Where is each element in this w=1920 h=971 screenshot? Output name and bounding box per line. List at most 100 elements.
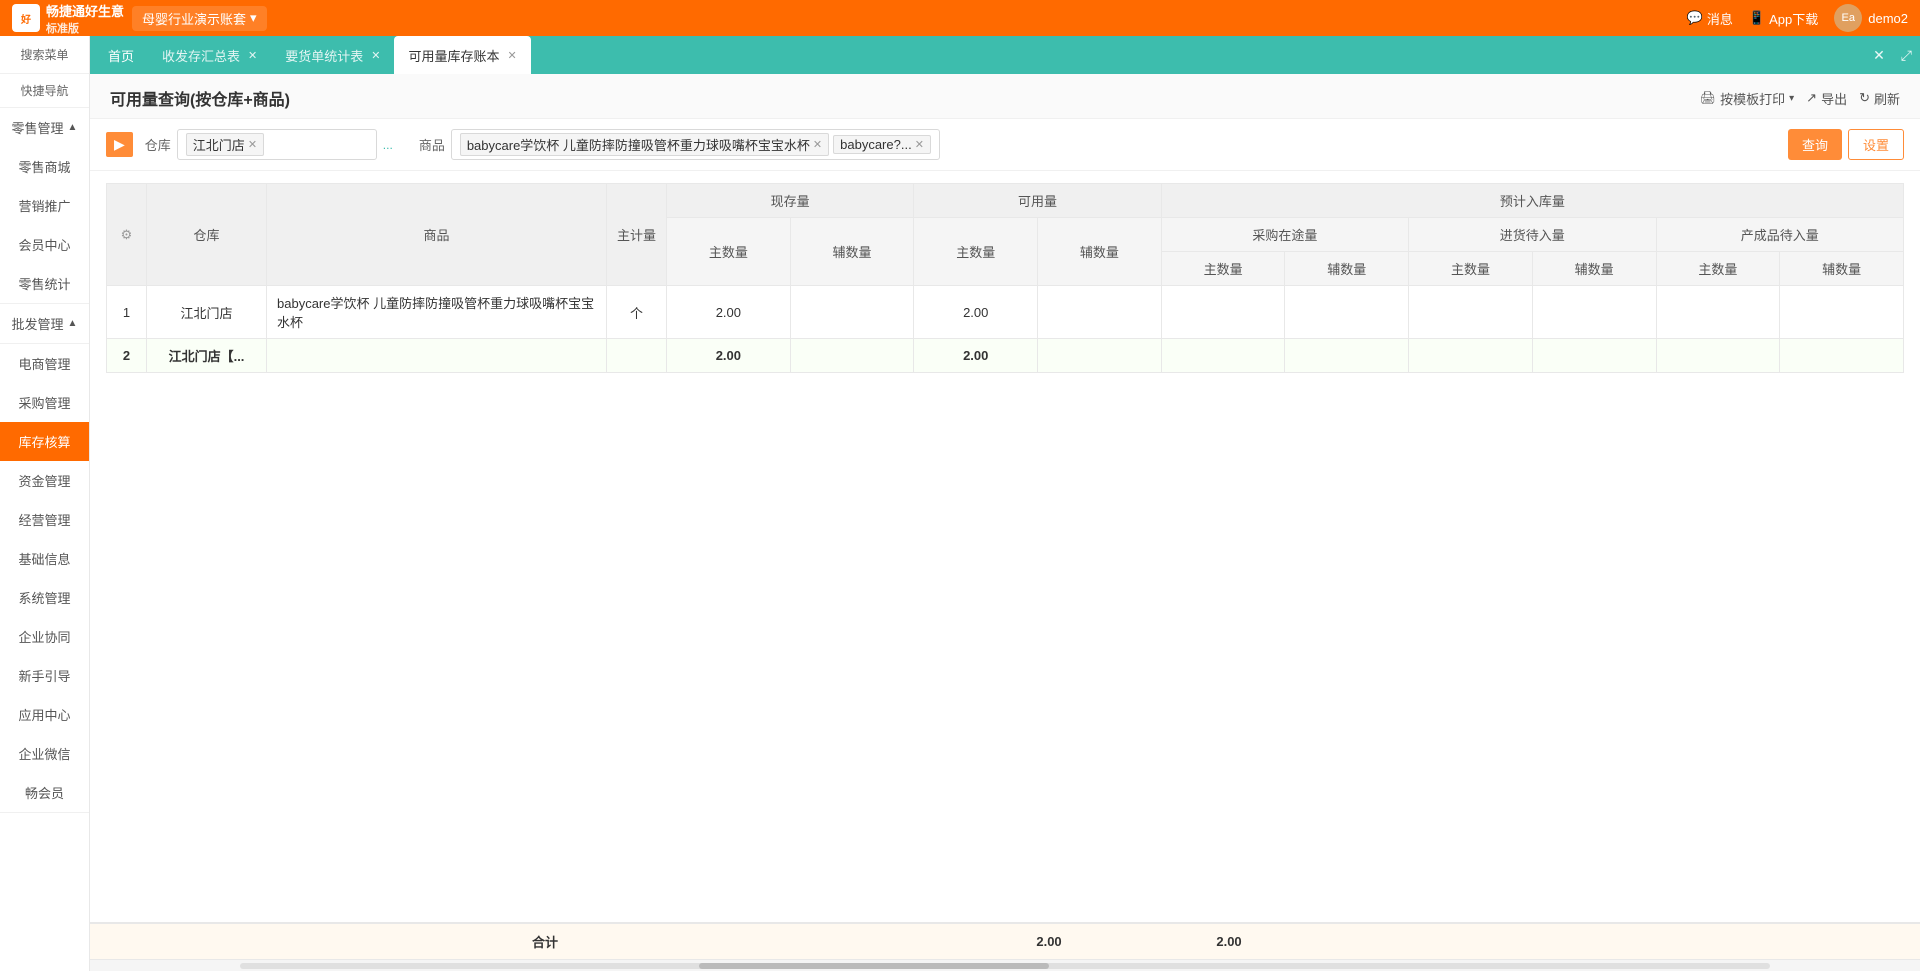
available-main-qty-header: 主数量 — [914, 218, 1038, 286]
product-tag-2: babycare?... ✕ — [833, 135, 931, 154]
horizontal-scrollbar[interactable] — [90, 959, 1920, 971]
row-purchase-transit-aux — [1285, 339, 1409, 373]
sidebar-item-wholesale-mgmt[interactable]: 批发管理 ▲ — [0, 304, 89, 343]
production-pending-header: 产成品待入量 — [1656, 218, 1904, 252]
page-header: 可用量查询(按仓库+商品) 🖨 按模板打印 ▾ ↗ 导出 ↻ 刷新 — [90, 74, 1920, 119]
sidebar-quick-nav[interactable]: 快捷导航 — [0, 74, 89, 108]
sidebar-label: 企业协同 — [18, 627, 70, 646]
sidebar-label: 经营管理 — [18, 510, 70, 529]
sidebar-item-marketing[interactable]: 营销推广 — [0, 186, 89, 225]
col-current-stock-header: 现存量 — [667, 184, 914, 218]
filter-more-btn[interactable]: ... — [383, 138, 393, 152]
avatar: Ea — [1834, 4, 1862, 32]
sidebar-item-app-center[interactable]: 应用中心 — [0, 695, 89, 734]
sidebar-item-purchase-mgmt[interactable]: 采购管理 — [0, 383, 89, 422]
sidebar-item-pro-member[interactable]: 畅会员 — [0, 773, 89, 812]
settings-gear-icon[interactable]: ⚙ — [121, 227, 133, 242]
row-product — [267, 339, 607, 373]
industry-selector[interactable]: 母婴行业演示账套 ▾ — [132, 6, 267, 31]
tab-available-ledger[interactable]: 可用量库存账本 ✕ — [394, 36, 530, 74]
app-download-btn[interactable]: 📱 App下载 — [1749, 9, 1818, 28]
scrollbar-track[interactable] — [240, 963, 1770, 969]
tab-bar: 首页 收发存汇总表 ✕ 要货单统计表 ✕ 可用量库存账本 ✕ ✕ ⤢ — [90, 36, 1920, 74]
settings-button[interactable]: 设置 — [1848, 129, 1904, 160]
data-table: ⚙ 仓库 商品 主计量 现存量 可用量 预计入库量 主数量 辅数量 — [106, 183, 1904, 373]
close-window-btn[interactable]: ✕ — [1869, 43, 1889, 68]
sidebar-item-inventory-check[interactable]: 库存核算 — [0, 422, 89, 461]
row-product: babycare学饮杯 儿童防摔防撞吸管杯重力球吸嘴杯宝宝水杯 — [267, 286, 607, 339]
page-content: 可用量查询(按仓库+商品) 🖨 按模板打印 ▾ ↗ 导出 ↻ 刷新 — [90, 74, 1920, 971]
sidebar-item-finance-mgmt[interactable]: 资金管理 — [0, 461, 89, 500]
inbound-pending-main-header: 主数量 — [1409, 252, 1533, 286]
product-tag-close-icon-2[interactable]: ✕ — [915, 138, 924, 151]
row-warehouse: 江北门店 — [147, 286, 267, 339]
col-unit-header: 主计量 — [607, 184, 667, 286]
expand-window-btn[interactable]: ⤢ — [1897, 43, 1916, 68]
sidebar-section-retail: 零售管理 ▲ 零售商城 营销推广 会员中心 零售统计 — [0, 108, 89, 304]
filter-toggle-btn[interactable]: ▶ — [106, 132, 133, 157]
footer-current-main-total: 2.00 — [1004, 934, 1094, 949]
export-btn[interactable]: ↗ 导出 — [1806, 89, 1847, 108]
tab-home[interactable]: 首页 — [94, 36, 148, 74]
tab-receipt-summary[interactable]: 收发存汇总表 ✕ — [148, 36, 271, 74]
filter-group: 仓库 江北门店 ✕ ... 商品 babycare学饮杯 儿童防摔防撞吸管杯重力… — [145, 129, 1776, 160]
message-btn[interactable]: 💬 消息 — [1687, 9, 1733, 28]
product-filter-input[interactable]: babycare学饮杯 儿童防摔防撞吸管杯重力球吸嘴杯宝宝水杯 ✕ babyca… — [451, 129, 940, 160]
row-purchase-transit-main — [1161, 286, 1285, 339]
query-button[interactable]: 查询 — [1788, 129, 1842, 160]
sidebar-label: 库存核算 — [18, 432, 70, 451]
chevron-down-icon: ▲ — [68, 122, 78, 133]
template-print-label: 按模板打印 — [1720, 89, 1785, 108]
current-main-qty-header: 主数量 — [667, 218, 791, 286]
scrollbar-thumb[interactable] — [699, 963, 1049, 969]
row-current-aux — [790, 286, 914, 339]
sidebar-label: 批发管理 — [12, 314, 64, 333]
sidebar-item-member-center[interactable]: 会员中心 — [0, 225, 89, 264]
table-footer: 合计 2.00 2.00 — [90, 922, 1920, 959]
sidebar-item-newbie-guide[interactable]: 新手引导 — [0, 656, 89, 695]
table-row-subtotal: 2 江北门店【... 2.00 2.00 — [107, 339, 1904, 373]
sidebar-label: 采购管理 — [18, 393, 70, 412]
sidebar-label: 企业微信 — [18, 744, 70, 763]
main-layout: 搜索菜单 快捷导航 零售管理 ▲ 零售商城 营销推广 会员中心 零售统计 批发管… — [0, 36, 1920, 971]
sidebar-search[interactable]: 搜索菜单 — [0, 36, 89, 74]
top-bar-left: 好 畅捷通好生意 标准版 母婴行业演示账套 ▾ — [12, 1, 267, 36]
col-planned-inbound-header: 预计入库量 — [1161, 184, 1903, 218]
export-label: 导出 — [1821, 89, 1847, 108]
sidebar-item-basic-info[interactable]: 基础信息 — [0, 539, 89, 578]
sidebar-label: 零售统计 — [18, 274, 70, 293]
col-product-header: 商品 — [267, 184, 607, 286]
warehouse-tag-close-icon[interactable]: ✕ — [248, 138, 257, 151]
row-purchase-transit-main — [1161, 339, 1285, 373]
sidebar-item-retail-mall[interactable]: 零售商城 — [0, 147, 89, 186]
sidebar-item-retail-stats[interactable]: 零售统计 — [0, 264, 89, 303]
tab-close-icon[interactable]: ✕ — [248, 49, 257, 62]
sidebar-label: 零售商城 — [18, 157, 70, 176]
template-print-btn[interactable]: 🖨 按模板打印 ▾ — [1700, 89, 1795, 108]
print-icon: 🖨 — [1700, 90, 1717, 106]
sidebar-item-enterprise-collab[interactable]: 企业协同 — [0, 617, 89, 656]
product-tag-close-icon[interactable]: ✕ — [813, 138, 822, 151]
current-aux-qty-header: 辅数量 — [790, 218, 914, 286]
filter-actions: 查询 设置 — [1788, 129, 1904, 160]
tab-order-stats[interactable]: 要货单统计表 ✕ — [271, 36, 394, 74]
row-production-pending-aux — [1780, 286, 1904, 339]
user-info[interactable]: Ea demo2 — [1834, 4, 1908, 32]
sidebar-item-operations-mgmt[interactable]: 经营管理 — [0, 500, 89, 539]
sidebar-label: 资金管理 — [18, 471, 70, 490]
production-pending-main-header: 主数量 — [1656, 252, 1780, 286]
sidebar-item-ecommerce-mgmt[interactable]: 电商管理 — [0, 344, 89, 383]
sidebar-item-sys-mgmt[interactable]: 系统管理 — [0, 578, 89, 617]
top-bar-right: 💬 消息 📱 App下载 Ea demo2 — [1687, 4, 1908, 32]
tab-close-icon[interactable]: ✕ — [508, 49, 517, 62]
col-available-header: 可用量 — [914, 184, 1161, 218]
refresh-btn[interactable]: ↻ 刷新 — [1859, 89, 1900, 108]
sidebar-label: 零售管理 — [12, 118, 64, 137]
sidebar-item-retail-mgmt[interactable]: 零售管理 ▲ — [0, 108, 89, 147]
purchase-transit-header: 采购在途量 — [1161, 218, 1408, 252]
product-tag-text: babycare学饮杯 儿童防摔防撞吸管杯重力球吸嘴杯宝宝水杯 — [467, 135, 810, 154]
warehouse-filter-input[interactable]: 江北门店 ✕ — [177, 129, 377, 160]
row-unit: 个 — [607, 286, 667, 339]
tab-close-icon[interactable]: ✕ — [371, 49, 380, 62]
sidebar-item-enterprise-wechat[interactable]: 企业微信 — [0, 734, 89, 773]
